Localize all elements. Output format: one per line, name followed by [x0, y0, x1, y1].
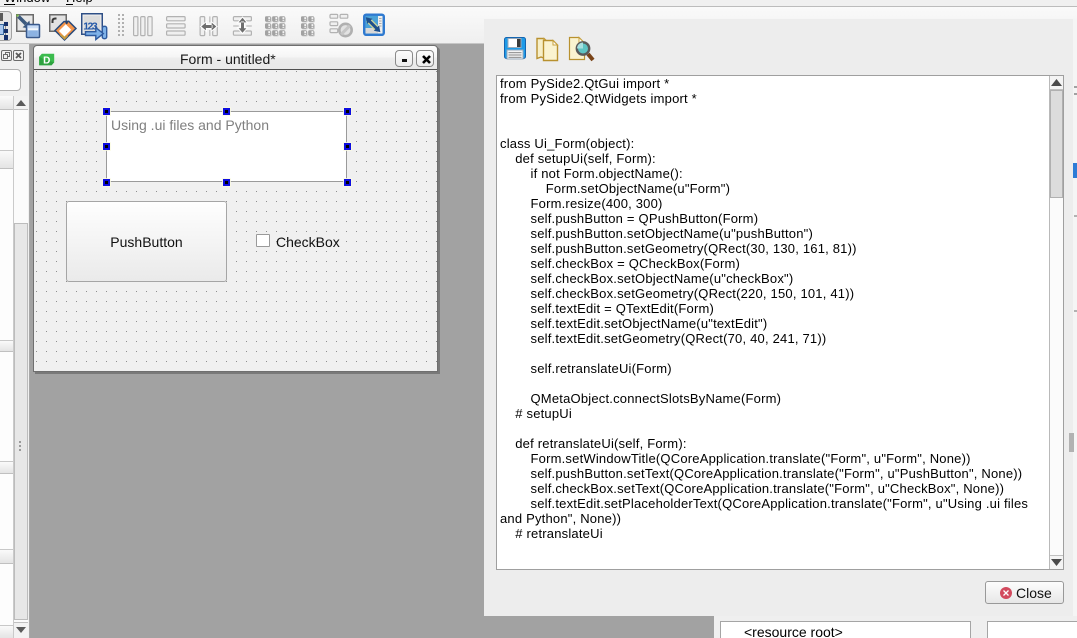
svg-text:D: D [43, 56, 50, 66]
